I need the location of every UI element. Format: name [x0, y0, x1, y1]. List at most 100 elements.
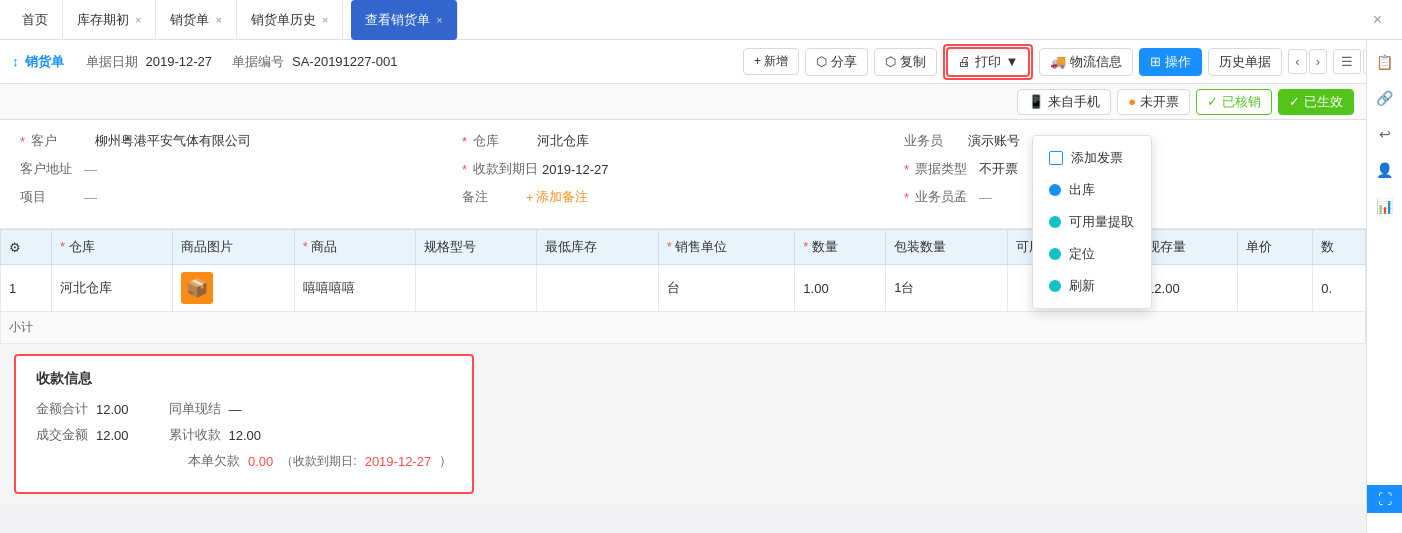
not-open-button[interactable]: ● 未开票 — [1117, 89, 1190, 115]
same-order-label: 同单现结 — [169, 400, 221, 418]
operations-button[interactable]: ⊞ 操作 — [1139, 48, 1202, 76]
secondary-toolbar: 📱 来自手机 ● 未开票 ✓ 已核销 ✓ 已生效 — [0, 84, 1366, 120]
due-date-required: * — [462, 162, 467, 177]
add-note-icon: + — [526, 190, 534, 205]
number-value: SA-20191227-001 — [292, 54, 398, 69]
sidebar-icon-link[interactable]: 🔗 — [1371, 84, 1399, 112]
note-label: 备注 — [462, 188, 522, 206]
window-close-icon[interactable]: × — [1361, 11, 1394, 29]
dropdown-available[interactable]: 可用量提取 — [1033, 206, 1151, 238]
ticket-value: 不开票 — [979, 160, 1018, 178]
due-date-value: 2019-12-27 — [542, 162, 609, 177]
list-view-button[interactable]: ☰ — [1333, 49, 1361, 74]
share-button[interactable]: ⬡ 分享 — [805, 48, 868, 76]
from-phone-button[interactable]: 📱 来自手机 — [1017, 89, 1111, 115]
tab-inventory-close[interactable]: × — [135, 14, 141, 26]
cancelled-button[interactable]: ✓ 已核销 — [1196, 89, 1272, 115]
table-header-row: ⚙ * 仓库 商品图片 * 商品 规格型号 最低库存 * 销售单位 * 数量 包… — [1, 230, 1366, 265]
sidebar-icon-expand[interactable]: ⛶ — [1367, 485, 1403, 513]
logistics-button[interactable]: 🚚 物流信息 — [1039, 48, 1133, 76]
sidebar-icon-chart[interactable]: 📊 — [1371, 192, 1399, 220]
tab-view-sales[interactable]: 查看销货单 × — [351, 0, 457, 40]
check-icon-effective: ✓ — [1289, 94, 1300, 109]
cell-min-stock — [537, 265, 658, 312]
tab-sales[interactable]: 销货单 × — [156, 0, 236, 40]
next-button[interactable]: › — [1309, 49, 1327, 74]
cell-product-img: 📦 — [173, 265, 294, 312]
cell-amount: 0. — [1313, 265, 1366, 312]
outstanding-label: 本单欠款 — [188, 452, 240, 470]
sidebar-icon-doc[interactable]: 📋 — [1371, 48, 1399, 76]
print-inner: 🖨 打印 ▼ — [958, 53, 1018, 71]
doc-type-symbol: ↕ — [12, 54, 19, 69]
history-label: 历史单据 — [1219, 53, 1271, 71]
warehouse-label: 仓库 — [473, 132, 533, 150]
sidebar-icon-user[interactable]: 👤 — [1371, 156, 1399, 184]
customer-label: 客户 — [31, 132, 91, 150]
tab-view-sales-close[interactable]: × — [436, 14, 442, 26]
table-row: 1 河北仓库 📦 嘻嘻嘻嘻 台 1.00 1台 — [1, 265, 1366, 312]
dropdown-outbound[interactable]: 出库 — [1033, 174, 1151, 206]
print-button[interactable]: 🖨 打印 ▼ — [946, 47, 1030, 77]
tab-home-label: 首页 — [22, 11, 48, 29]
effective-button[interactable]: ✓ 已生效 — [1278, 89, 1354, 115]
ticket-label: 票据类型 — [915, 160, 975, 178]
copy-icon: ⬡ — [885, 54, 896, 69]
product-image: 📦 — [181, 272, 213, 304]
refresh-dot — [1049, 280, 1061, 292]
th-stock: 现存量 — [1139, 230, 1237, 265]
cell-quantity: 1.00 — [795, 265, 886, 312]
customer-required: * — [20, 134, 25, 149]
add-note-button[interactable]: + 添加备注 — [526, 188, 588, 206]
dropdown-refresh[interactable]: 刷新 — [1033, 270, 1151, 302]
cancelled-label: 已核销 — [1222, 93, 1261, 111]
tab-history[interactable]: 销货单历史 × — [237, 0, 343, 40]
doc-meta: 单据日期 2019-12-27 单据编号 SA-20191227-001 — [86, 53, 398, 71]
payment-row-2: 成交金额 12.00 累计收款 12.00 — [36, 426, 452, 444]
warehouse-field: * 仓库 河北仓库 — [462, 132, 904, 150]
sidebar-icon-return[interactable]: ↩ — [1371, 120, 1399, 148]
transaction-value: 12.00 — [96, 428, 129, 443]
doc-type-label: 销货单 — [25, 53, 64, 71]
th-pack-qty: 包装数量 — [886, 230, 1007, 265]
outstanding-item: 本单欠款 0.00 （收款到期日: 2019-12-27） — [188, 452, 452, 470]
outstanding-value: 0.00 — [248, 454, 273, 469]
tab-inventory[interactable]: 库存期初 × — [63, 0, 156, 40]
tab-view-sales-label: 查看销货单 — [365, 11, 430, 29]
dropdown-add-invoice[interactable]: 添加发票 — [1033, 142, 1151, 174]
cell-pack-qty: 1台 — [886, 265, 1007, 312]
due-date-label: 收款到期日 — [473, 160, 538, 178]
address-value: — — [84, 162, 97, 177]
cell-no: 1 — [1, 265, 52, 312]
tab-inventory-label: 库存期初 — [77, 11, 129, 29]
th-spec: 规格型号 — [416, 230, 537, 265]
copy-button[interactable]: ⬡ 复制 — [874, 48, 937, 76]
tab-sales-close[interactable]: × — [215, 14, 221, 26]
accumulated-value: 12.00 — [229, 428, 262, 443]
accumulated-label: 累计收款 — [169, 426, 221, 444]
address-field: 客户地址 — — [20, 160, 462, 178]
phone-icon: 📱 — [1028, 94, 1044, 109]
table-container: ⚙ * 仓库 商品图片 * 商品 规格型号 最低库存 * 销售单位 * 数量 包… — [0, 229, 1366, 344]
tab-home[interactable]: 首页 — [8, 0, 63, 40]
th-warehouse: * 仓库 — [52, 230, 173, 265]
locate-dot — [1049, 248, 1061, 260]
address-label: 客户地址 — [20, 160, 80, 178]
total-amount-value: 12.00 — [96, 402, 129, 417]
date-value: 2019-12-27 — [146, 54, 213, 69]
bottom-area: 收款信息 金额合计 12.00 同单现结 — 成交金额 12.00 — [0, 344, 1366, 504]
operations-label: 操作 — [1165, 53, 1191, 71]
th-settings[interactable]: ⚙ — [1, 230, 52, 265]
print-label: 打印 — [975, 53, 1001, 71]
date-label: 单据日期 — [86, 53, 138, 71]
history-button[interactable]: 历史单据 — [1208, 48, 1282, 76]
dropdown-locate[interactable]: 定位 — [1033, 238, 1151, 270]
total-amount-label: 金额合计 — [36, 400, 88, 418]
tab-history-close[interactable]: × — [322, 14, 328, 26]
add-button[interactable]: + 新增 — [743, 48, 799, 75]
prev-button[interactable]: ‹ — [1288, 49, 1306, 74]
cell-warehouse: 河北仓库 — [52, 265, 173, 312]
copy-label: 复制 — [900, 53, 926, 71]
staff-label: 业务员 — [904, 132, 964, 150]
not-open-label: 未开票 — [1140, 93, 1179, 111]
